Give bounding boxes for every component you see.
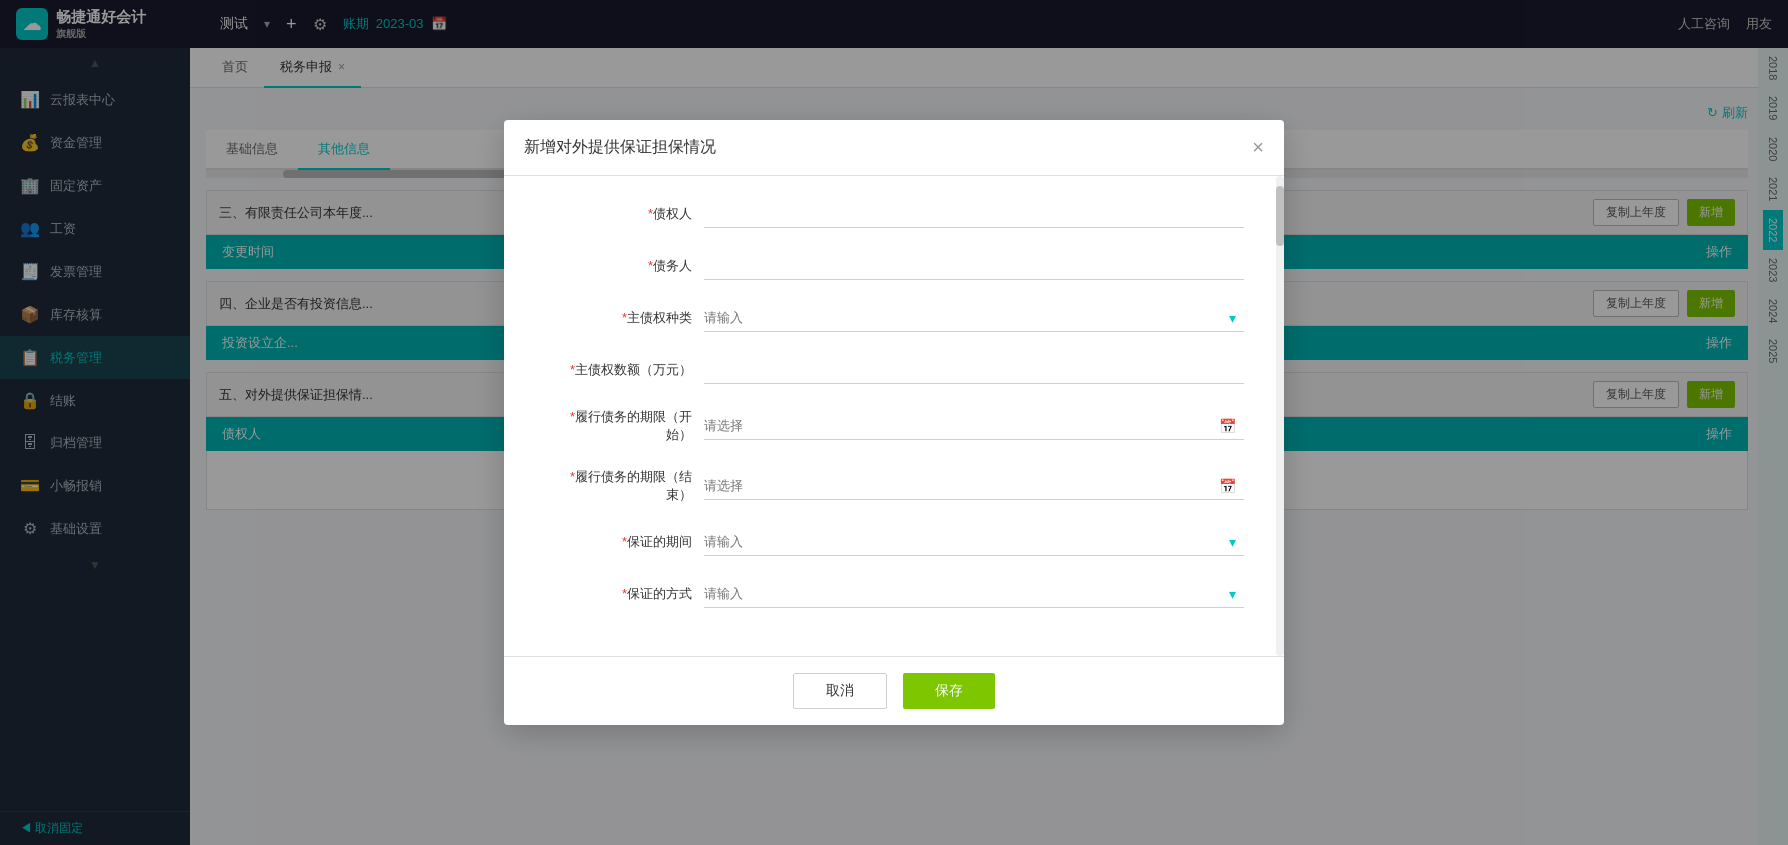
label-period-end: *履行债务的期限（结束）	[544, 468, 704, 504]
input-guarantee-method[interactable]	[704, 580, 1244, 607]
label-guarantee-period: *保证的期间	[544, 533, 704, 551]
modal-close-btn[interactable]: ×	[1252, 136, 1264, 159]
label-creditor: *债权人	[544, 205, 704, 223]
select-guarantee-period[interactable]: ▾	[704, 528, 1244, 556]
input-claim-type[interactable]	[704, 304, 1244, 331]
form-row-guarantee-period: *保证的期间 ▾	[544, 528, 1244, 556]
modal-dialog: 新增对外提供保证担保情况 × *债权人 *债务人	[504, 120, 1284, 725]
input-guarantee-period[interactable]	[704, 528, 1244, 555]
calendar-period-end-icon[interactable]: 📅	[1219, 478, 1236, 494]
form-row-creditor: *债权人	[544, 200, 1244, 228]
modal-title: 新增对外提供保证担保情况	[524, 137, 716, 158]
input-period-end[interactable]	[704, 472, 1244, 499]
form-row-claim-type: *主债权种类 ▾	[544, 304, 1244, 332]
date-period-end[interactable]: 📅	[704, 472, 1244, 500]
cancel-btn[interactable]: 取消	[793, 673, 887, 709]
form-row-claim-amount: *主债权数额（万元）	[544, 356, 1244, 384]
label-guarantee-method: *保证的方式	[544, 585, 704, 603]
modal-overlay: 新增对外提供保证担保情况 × *债权人 *债务人	[0, 0, 1788, 845]
modal-body: *债权人 *债务人 *主债权种类 ▾	[504, 176, 1284, 656]
form-row-guarantee-method: *保证的方式 ▾	[544, 580, 1244, 608]
label-period-start: *履行债务的期限（开始）	[544, 408, 704, 444]
modal-header: 新增对外提供保证担保情况 ×	[504, 120, 1284, 176]
modal-footer: 取消 保存	[504, 656, 1284, 725]
form-row-debtor: *债务人	[544, 252, 1244, 280]
chevron-claim-type-icon: ▾	[1229, 310, 1236, 326]
input-period-start[interactable]	[704, 412, 1244, 439]
select-claim-type[interactable]: ▾	[704, 304, 1244, 332]
chevron-guarantee-period-icon: ▾	[1229, 534, 1236, 550]
form-row-period-end: *履行债务的期限（结束） 📅	[544, 468, 1244, 504]
label-claim-type: *主债权种类	[544, 309, 704, 327]
form-row-period-start: *履行债务的期限（开始） 📅	[544, 408, 1244, 444]
select-guarantee-method[interactable]: ▾	[704, 580, 1244, 608]
date-period-start[interactable]: 📅	[704, 412, 1244, 440]
label-debtor: *债务人	[544, 257, 704, 275]
input-debtor[interactable]	[704, 252, 1244, 280]
input-creditor[interactable]	[704, 200, 1244, 228]
chevron-guarantee-method-icon: ▾	[1229, 586, 1236, 602]
label-claim-amount: *主债权数额（万元）	[544, 361, 704, 379]
calendar-period-start-icon[interactable]: 📅	[1219, 418, 1236, 434]
input-claim-amount[interactable]	[704, 356, 1244, 384]
save-btn[interactable]: 保存	[903, 673, 995, 709]
